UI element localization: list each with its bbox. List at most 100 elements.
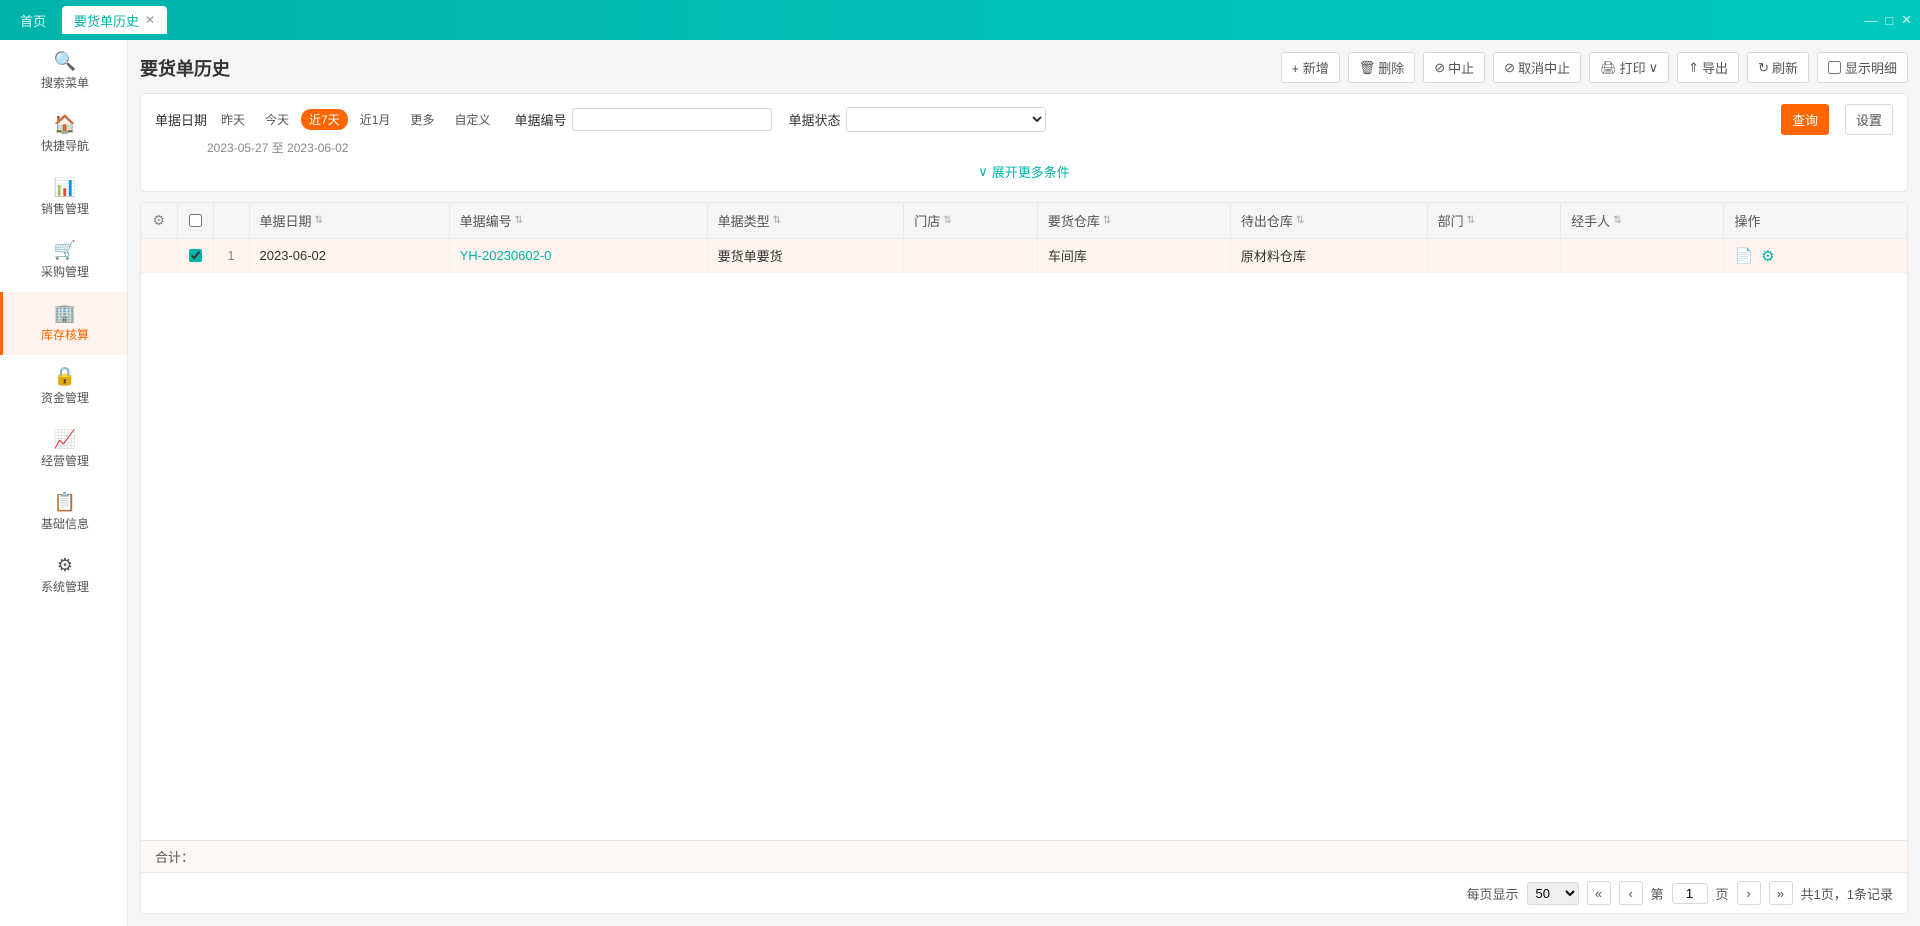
content-area: 要货单历史 + 新增 🗑 删除 ⊘ 中止 ⊘ 取消中止 🖨 <box>128 40 1920 926</box>
action-edit-icon[interactable]: ⚙ <box>1761 247 1774 265</box>
date-pill-today[interactable]: 今天 <box>257 109 297 130</box>
print-button[interactable]: 🖨 打印 ∨ <box>1589 52 1669 83</box>
window-controls: — □ ✕ <box>1864 12 1912 28</box>
search-menu-icon: 🔍 <box>54 52 76 70</box>
sidebar-item-sales[interactable]: 📊 销售管理 <box>0 166 127 229</box>
close-icon[interactable]: ✕ <box>1901 12 1912 28</box>
operations-icon: 📈 <box>54 430 76 448</box>
summary-label: 合计： <box>155 847 194 866</box>
column-settings-icon[interactable]: ⚙ <box>151 212 167 229</box>
quick-nav-icon: 🏠 <box>54 115 76 133</box>
th-row-num <box>213 203 249 239</box>
date-filter: 单据日期 昨天 今天 近7天 近1月 更多 自定义 <box>155 109 498 130</box>
action-view-icon[interactable]: 📄 <box>1734 247 1753 265</box>
th-handler[interactable]: 经手人 ⇅ <box>1561 203 1724 239</box>
prev-page-button[interactable]: ‹ <box>1619 881 1643 905</box>
date-pill-last1month[interactable]: 近1月 <box>352 109 399 130</box>
new-button[interactable]: + 新增 <box>1281 52 1340 83</box>
th-pending-warehouse[interactable]: 待出仓库 ⇅ <box>1230 203 1427 239</box>
minimize-icon[interactable]: — <box>1864 13 1877 28</box>
sidebar-item-basic-info[interactable]: 📋 基础信息 <box>0 481 127 544</box>
display-detail-toggle[interactable]: 显示明细 <box>1817 52 1908 83</box>
print-dropdown-icon: ∨ <box>1649 60 1659 76</box>
sidebar-label-finance: 资金管理 <box>41 389 89 406</box>
table-row: 1 2023-06-02 YH-20230602-0 要货单要货 车间库 原材料… <box>141 239 1907 273</box>
next-page-button[interactable]: › <box>1737 881 1761 905</box>
date-pill-last7[interactable]: 近7天 <box>301 109 348 130</box>
sidebar-item-quick-nav[interactable]: 🏠 快捷导航 <box>0 103 127 166</box>
cancel-stop-button[interactable]: ⊘ 取消中止 <box>1493 52 1581 83</box>
status-label: 单据状态 <box>788 110 840 129</box>
display-detail-checkbox[interactable] <box>1828 61 1841 74</box>
next-page-icon: › <box>1746 886 1750 901</box>
date-pill-custom[interactable]: 自定义 <box>446 109 498 130</box>
doc-number-input[interactable] <box>572 108 772 131</box>
sidebar-label-system: 系统管理 <box>41 578 89 595</box>
page-number-input[interactable] <box>1672 883 1708 904</box>
th-checkbox <box>177 203 213 239</box>
refresh-button[interactable]: ↻ 刷新 <box>1747 52 1809 83</box>
filter-row: 单据日期 昨天 今天 近7天 近1月 更多 自定义 单据编号 <box>155 104 1893 135</box>
expand-more-btn[interactable]: ∨ 展开更多条件 <box>155 162 1893 181</box>
th-department[interactable]: 部门 ⇅ <box>1427 203 1561 239</box>
sidebar-label-sales: 销售管理 <box>41 200 89 217</box>
delete-button[interactable]: 🗑 删除 <box>1348 52 1416 83</box>
row-checkbox[interactable] <box>189 249 202 262</box>
th-store[interactable]: 门店 ⇅ <box>904 203 1038 239</box>
table-footer: 合计： <box>141 840 1907 872</box>
stop-icon: ⊘ <box>1434 60 1445 76</box>
sidebar-label-search-menu: 搜索菜单 <box>41 74 89 91</box>
first-page-button[interactable]: « <box>1587 881 1611 905</box>
settings-label: 设置 <box>1856 110 1882 129</box>
sidebar-label-inventory: 库存核算 <box>41 326 89 343</box>
page-unit-label: 页 <box>1716 884 1729 903</box>
export-label: 导出 <box>1702 58 1728 77</box>
select-all-checkbox[interactable] <box>189 214 202 227</box>
table-header-row: ⚙ 单据日期 ⇅ <box>141 203 1907 239</box>
td-store <box>904 239 1038 273</box>
export-button[interactable]: ⇑ 导出 <box>1677 52 1739 83</box>
basic-info-icon: 📋 <box>54 493 76 511</box>
date-pill-yesterday[interactable]: 昨天 <box>213 109 253 130</box>
stop-button[interactable]: ⊘ 中止 <box>1423 52 1485 83</box>
table-body: 1 2023-06-02 YH-20230602-0 要货单要货 车间库 原材料… <box>141 239 1907 273</box>
th-doc-number[interactable]: 单据编号 ⇅ <box>449 203 707 239</box>
date-pill-more[interactable]: 更多 <box>402 109 442 130</box>
query-button[interactable]: 查询 <box>1781 104 1829 135</box>
print-label: 打印 <box>1620 58 1646 77</box>
first-page-icon: « <box>1595 886 1602 901</box>
expand-more-icon: ∨ <box>978 164 988 180</box>
cancel-stop-label: 取消中止 <box>1518 58 1570 77</box>
sidebar-label-purchase: 采购管理 <box>41 263 89 280</box>
delete-icon: 🗑 <box>1359 60 1376 76</box>
last-page-button[interactable]: » <box>1769 881 1793 905</box>
sidebar-item-inventory[interactable]: 🏢 库存核算 <box>0 292 127 355</box>
th-req-warehouse[interactable]: 要货仓库 ⇅ <box>1037 203 1230 239</box>
page-size-select[interactable]: 20 50 100 200 <box>1527 882 1579 905</box>
last-page-icon: » <box>1777 886 1784 901</box>
th-doc-date[interactable]: 单据日期 ⇅ <box>249 203 449 239</box>
tab-history[interactable]: 要货单历史 ✕ <box>62 6 167 34</box>
tab-close-icon[interactable]: ✕ <box>145 13 155 27</box>
date-filter-label: 单据日期 <box>155 110 207 129</box>
date-range-text: 2023-05-27 至 2023-06-02 <box>207 141 348 155</box>
tab-home[interactable]: 首页 <box>8 6 58 34</box>
tab-history-label: 要货单历史 <box>74 11 139 30</box>
sidebar-item-purchase[interactable]: 🛒 采购管理 <box>0 229 127 292</box>
sidebar-item-operations[interactable]: 📈 经营管理 <box>0 418 127 481</box>
sidebar-item-search-menu[interactable]: 🔍 搜索菜单 <box>0 40 127 103</box>
toolbar: + 新增 🗑 删除 ⊘ 中止 ⊘ 取消中止 🖨 打印 ∨ <box>1281 52 1909 83</box>
td-department <box>1427 239 1561 273</box>
sidebar-item-system[interactable]: ⚙ 系统管理 <box>0 544 127 607</box>
th-doc-type[interactable]: 单据类型 ⇅ <box>707 203 904 239</box>
status-select[interactable] <box>846 107 1046 132</box>
table-wrap[interactable]: ⚙ 单据日期 ⇅ <box>141 203 1907 840</box>
expand-more-label: 展开更多条件 <box>992 162 1070 181</box>
print-icon: 🖨 <box>1600 60 1617 76</box>
maximize-icon[interactable]: □ <box>1885 13 1893 28</box>
query-label: 查询 <box>1792 110 1818 129</box>
doc-number-link[interactable]: YH-20230602-0 <box>460 248 552 263</box>
th-req-warehouse-label: 要货仓库 <box>1048 211 1100 230</box>
sidebar-item-finance[interactable]: 🔒 资金管理 <box>0 355 127 418</box>
settings-button[interactable]: 设置 <box>1845 104 1893 135</box>
